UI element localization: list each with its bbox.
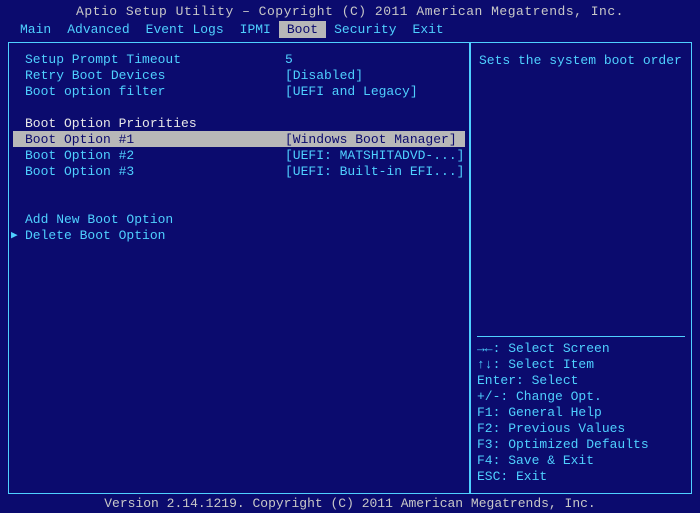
setting-value: [UEFI and Legacy] [285, 84, 465, 99]
setting-row-delete-boot-option[interactable]: ▶ Delete Boot Option [13, 227, 465, 243]
help-panel: Sets the system boot order →←: Select Sc… [470, 42, 692, 494]
setting-row-boot-option-filter[interactable]: Boot option filter[UEFI and Legacy] [13, 83, 465, 99]
main-panels: Setup Prompt Timeout5Retry Boot Devices[… [8, 42, 692, 494]
footer-version: Version 2.14.1219. Copyright (C) 2011 Am… [0, 496, 700, 511]
menu-tab-event-logs[interactable]: Event Logs [138, 21, 232, 38]
help-description: Sets the system boot order [477, 51, 685, 68]
menu-tab-boot[interactable]: Boot [279, 21, 326, 38]
help-key-line: Enter: Select [477, 373, 685, 389]
setting-label: Boot Option #3 [25, 164, 285, 179]
menu-tab-ipmi[interactable]: IPMI [232, 21, 279, 38]
cursor-marker-icon: ▶ [11, 228, 18, 242]
help-key-line: F4: Save & Exit [477, 453, 685, 469]
setting-label: Setup Prompt Timeout [25, 52, 285, 67]
menu-tab-main[interactable]: Main [12, 21, 59, 38]
setting-row-boot-option-2[interactable]: Boot Option #2[UEFI: MATSHITADVD-...] [13, 147, 465, 163]
menu-tab-security[interactable]: Security [326, 21, 404, 38]
section-heading-boot-option-priorities: Boot Option Priorities [13, 115, 465, 131]
setting-row-setup-prompt-timeout[interactable]: Setup Prompt Timeout5 [13, 51, 465, 67]
setting-value: [UEFI: Built-in EFI...] [285, 164, 465, 179]
spacer [13, 179, 465, 211]
app-title: Aptio Setup Utility – Copyright (C) 2011… [0, 0, 700, 21]
help-key-line: F1: General Help [477, 405, 685, 421]
setting-row-boot-option-3[interactable]: Boot Option #3[UEFI: Built-in EFI...] [13, 163, 465, 179]
setting-label: Add New Boot Option [25, 212, 285, 227]
setting-label: Delete Boot Option [25, 228, 285, 243]
setting-value: 5 [285, 52, 465, 67]
setting-label: Boot Option Priorities [25, 116, 285, 131]
spacer [13, 99, 465, 115]
help-key-line: F3: Optimized Defaults [477, 437, 685, 453]
setting-label: Boot Option #1 [25, 132, 285, 147]
help-key-line: +/-: Change Opt. [477, 389, 685, 405]
setting-row-retry-boot-devices[interactable]: Retry Boot Devices[Disabled] [13, 67, 465, 83]
setting-row-add-new-boot-option[interactable]: Add New Boot Option [13, 211, 465, 227]
help-key-line: →←: Select Screen [477, 341, 685, 357]
setting-value: [Windows Boot Manager] [285, 132, 465, 147]
help-key-line: F2: Previous Values [477, 421, 685, 437]
help-key-line: ESC: Exit [477, 469, 685, 485]
setting-value: [UEFI: MATSHITADVD-...] [285, 148, 465, 163]
help-key-line: ↑↓: Select Item [477, 357, 685, 373]
menu-tab-exit[interactable]: Exit [405, 21, 452, 38]
help-divider [477, 336, 685, 337]
setting-row-boot-option-1[interactable]: Boot Option #1[Windows Boot Manager] [13, 131, 465, 147]
settings-panel: Setup Prompt Timeout5Retry Boot Devices[… [8, 42, 470, 494]
menu-bar: MainAdvancedEvent LogsIPMIBootSecurityEx… [0, 21, 700, 42]
setting-label: Boot Option #2 [25, 148, 285, 163]
menu-tab-advanced[interactable]: Advanced [59, 21, 137, 38]
help-keys: →←: Select Screen↑↓: Select ItemEnter: S… [477, 336, 685, 485]
setting-label: Boot option filter [25, 84, 285, 99]
setting-label: Retry Boot Devices [25, 68, 285, 83]
setting-value: [Disabled] [285, 68, 465, 83]
